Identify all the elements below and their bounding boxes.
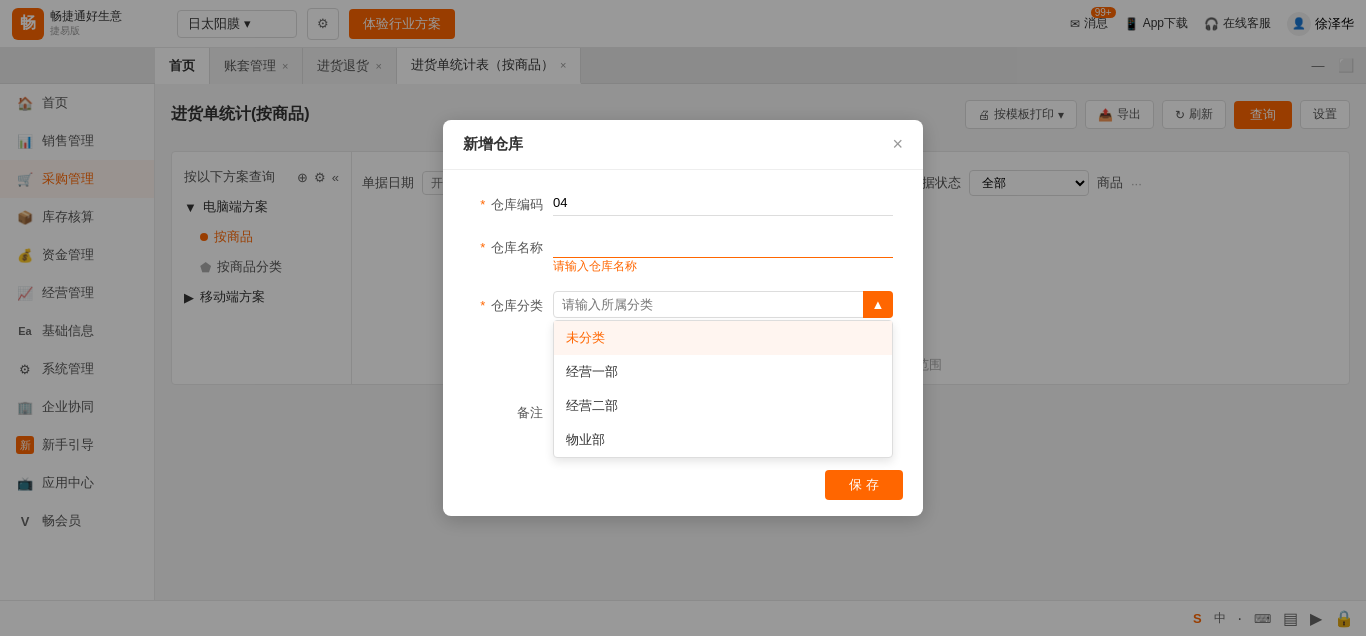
modal-header: 新增仓库 × [443, 120, 923, 170]
code-label: * 仓库编码 [473, 190, 553, 214]
required-star-category: * [480, 298, 485, 313]
dropdown-item-uncategorized[interactable]: 未分类 [554, 321, 892, 355]
modal-close-button[interactable]: × [892, 134, 903, 155]
category-label: * 仓库分类 [473, 291, 553, 315]
dropdown-item-dept1[interactable]: 经营一部 [554, 355, 892, 389]
name-label: * 仓库名称 [473, 233, 553, 257]
modal-overlay: 新增仓库 × * 仓库编码 * 仓库名称 [0, 0, 1366, 636]
name-field-row: * 仓库名称 请输入仓库名称 [473, 232, 893, 275]
dropdown-item-dept3[interactable]: 物业部 [554, 423, 892, 457]
name-input[interactable] [553, 232, 893, 258]
code-input[interactable] [553, 190, 893, 216]
modal-footer: 保 存 [443, 460, 923, 516]
required-star-name: * [480, 240, 485, 255]
modal-title: 新增仓库 [463, 135, 523, 154]
category-field-row: * 仓库分类 ▲ 未分类 经营一部 经营二部 物业部 [473, 291, 893, 318]
save-button[interactable]: 保 存 [825, 470, 903, 500]
modal-body: * 仓库编码 * 仓库名称 请输入仓库名称 [443, 170, 923, 460]
category-input[interactable] [553, 291, 893, 318]
category-dropdown-wrapper: ▲ 未分类 经营一部 经营二部 物业部 [553, 291, 893, 318]
required-star-code: * [480, 197, 485, 212]
dropdown-item-dept2[interactable]: 经营二部 [554, 389, 892, 423]
note-label: 备注 [473, 398, 553, 422]
code-field-row: * 仓库编码 [473, 190, 893, 216]
new-warehouse-modal: 新增仓库 × * 仓库编码 * 仓库名称 [443, 120, 923, 516]
category-dropdown-menu: 未分类 经营一部 经营二部 物业部 [553, 320, 893, 458]
name-error-msg: 请输入仓库名称 [553, 259, 637, 273]
category-dropdown-arrow[interactable]: ▲ [863, 291, 893, 318]
